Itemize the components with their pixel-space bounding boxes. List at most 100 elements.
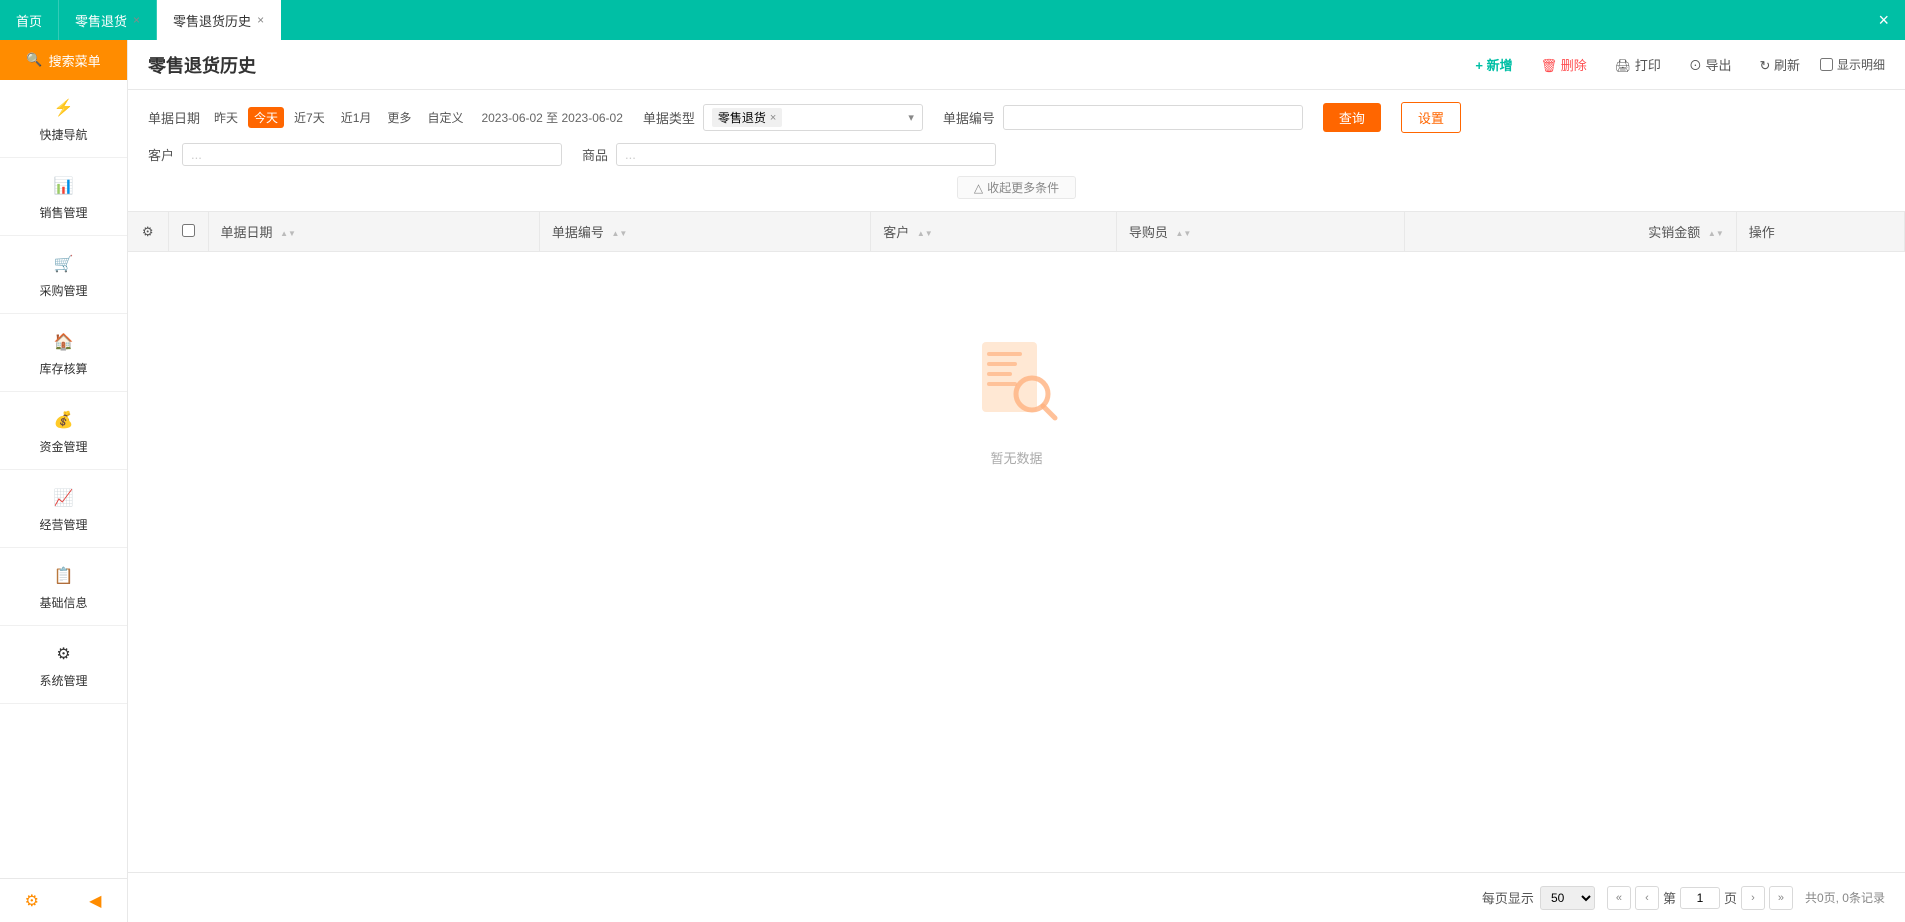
customer-input[interactable]: ... — [182, 143, 562, 166]
sidebar-item-label: 采购管理 — [39, 282, 87, 299]
sidebar-item-finance[interactable]: 💰 资金管理 — [0, 392, 127, 470]
sidebar-item-inventory[interactable]: 🏠 库存核算 — [0, 314, 127, 392]
header-actions: + 新增 🗑 删除 🖨 打印 ⊙ 导出 ↻ 刷新 显示明细 — [1467, 51, 1885, 78]
select-all-checkbox[interactable] — [182, 224, 195, 237]
first-page-button[interactable]: « — [1607, 886, 1631, 910]
th-actual-amount[interactable]: 实销金额 ▲▼ — [1405, 212, 1736, 252]
sidebar-item-business-mgmt[interactable]: 📈 经营管理 — [0, 470, 127, 548]
refresh-button[interactable]: ↻ 刷新 — [1751, 51, 1808, 78]
tab-home-label: 首页 — [16, 11, 42, 30]
chevron-up-icon: △ — [974, 181, 983, 195]
th-customer-label: 客户 — [883, 225, 909, 240]
chevron-down-icon: ▾ — [908, 111, 914, 124]
th-operation-label: 操作 — [1749, 225, 1775, 240]
filter-group-customer: 客户 ... — [148, 143, 562, 166]
date-opt-today[interactable]: 今天 — [248, 107, 284, 128]
doc-type-select[interactable]: 零售退货 × ▾ — [703, 104, 923, 131]
data-table: ⚙ 单据日期 ▲▼ 单据编号 ▲▼ — [128, 212, 1905, 252]
tab-retail-return-label: 零售退货 — [75, 11, 127, 30]
doc-number-label: 单据编号 — [943, 108, 995, 127]
date-filter-label: 单据日期 — [148, 108, 200, 127]
date-opt-1month[interactable]: 近1月 — [335, 107, 378, 128]
tab-retail-return[interactable]: 零售退货 × — [59, 0, 157, 40]
date-range-display: 2023-06-02 至 2023-06-02 — [481, 109, 622, 126]
collapse-button[interactable]: △ 收起更多条件 — [957, 176, 1076, 199]
export-button[interactable]: ⊙ 导出 — [1681, 51, 1740, 78]
doc-type-tag-remove[interactable]: × — [770, 112, 776, 124]
doc-type-label: 单据类型 — [643, 108, 695, 127]
chevron-left-icon: ◀ — [89, 891, 101, 911]
sidebar-item-label: 快捷导航 — [39, 126, 87, 143]
next-page-button[interactable]: › — [1741, 886, 1765, 910]
query-button[interactable]: 查询 — [1323, 103, 1381, 132]
page-size-group: 每页显示 20 50 100 200 — [1482, 886, 1595, 910]
goods-label: 商品 — [582, 145, 608, 164]
sidebar-item-purchase-mgmt[interactable]: 🛒 采购管理 — [0, 236, 127, 314]
sort-icon: ▲▼ — [612, 229, 628, 238]
date-opt-custom[interactable]: 自定义 — [421, 107, 469, 128]
tab-retail-return-history-close[interactable]: × — [257, 13, 264, 27]
sidebar-bottom: ⚙ ◀ — [0, 878, 127, 922]
sidebar-item-system-mgmt[interactable]: ⚙ 系统管理 — [0, 626, 127, 704]
sidebar: 🔍 搜索菜单 ⚡ 快捷导航 📊 销售管理 🛒 采购管理 🏠 库存核算 💰 — [0, 40, 128, 922]
sidebar-settings-button[interactable]: ⚙ — [0, 879, 64, 922]
sidebar-item-sales-mgmt[interactable]: 📊 销售管理 — [0, 158, 127, 236]
delete-button[interactable]: 🗑 删除 — [1533, 51, 1595, 78]
th-doc-date-label: 单据日期 — [221, 225, 273, 240]
tab-home[interactable]: 首页 — [0, 0, 59, 40]
th-checkbox[interactable] — [168, 212, 208, 252]
settings-button[interactable]: 设置 — [1401, 102, 1461, 133]
filter-row-1: 单据日期 昨天 今天 近7天 近1月 更多 自定义 2023-06-02 至 2… — [148, 102, 1885, 133]
total-info: 共0页, 0条记录 — [1805, 889, 1885, 906]
sidebar-collapse-button[interactable]: ◀ — [64, 879, 128, 922]
page-title: 零售退货历史 — [148, 52, 256, 78]
page-size-select[interactable]: 20 50 100 200 — [1540, 886, 1595, 910]
filter-group-doc-number: 单据编号 — [943, 105, 1303, 130]
page-size-label: 每页显示 — [1482, 888, 1534, 907]
filter-group-goods: 商品 ... — [582, 143, 996, 166]
th-settings[interactable]: ⚙ — [128, 212, 168, 252]
business-icon: 📈 — [50, 484, 78, 512]
app-close-button[interactable]: × — [1878, 10, 1889, 31]
sidebar-item-quick-nav[interactable]: ⚡ 快捷导航 — [0, 80, 127, 158]
sidebar-menu: ⚡ 快捷导航 📊 销售管理 🛒 采购管理 🏠 库存核算 💰 资金管理 📈 — [0, 80, 127, 878]
basic-info-icon: 📋 — [50, 562, 78, 590]
th-customer[interactable]: 客户 ▲▼ — [871, 212, 1117, 252]
settings-icon: ⚙ — [142, 224, 154, 239]
page-number-input[interactable] — [1680, 887, 1720, 909]
sort-icon: ▲▼ — [917, 229, 933, 238]
filter-group-date: 单据日期 昨天 今天 近7天 近1月 更多 自定义 2023-06-02 至 2… — [148, 107, 623, 128]
empty-state: 暂无数据 — [128, 252, 1905, 547]
prev-page-button[interactable]: ‹ — [1635, 886, 1659, 910]
last-page-button[interactable]: » — [1769, 886, 1793, 910]
print-button[interactable]: 🖨 打印 — [1607, 51, 1669, 78]
customer-label: 客户 — [148, 145, 174, 164]
display-detail-label: 显示明细 — [1837, 56, 1885, 73]
th-doc-number[interactable]: 单据编号 ▲▼ — [539, 212, 870, 252]
th-doc-date[interactable]: 单据日期 ▲▼ — [208, 212, 539, 252]
collapse-label: 收起更多条件 — [987, 179, 1059, 196]
th-operation: 操作 — [1736, 212, 1904, 252]
date-opt-yesterday[interactable]: 昨天 — [208, 107, 244, 128]
goods-input[interactable]: ... — [616, 143, 996, 166]
sidebar-search[interactable]: 🔍 搜索菜单 — [0, 40, 127, 80]
sort-icon: ▲▼ — [1176, 229, 1192, 238]
sidebar-item-basic-info[interactable]: 📋 基础信息 — [0, 548, 127, 626]
tab-retail-return-history[interactable]: 零售退货历史 × — [157, 0, 281, 40]
main-layout: 🔍 搜索菜单 ⚡ 快捷导航 📊 销售管理 🛒 采购管理 🏠 库存核算 💰 — [0, 40, 1905, 922]
new-button[interactable]: + 新增 — [1467, 51, 1520, 78]
date-opt-7days[interactable]: 近7天 — [288, 107, 331, 128]
tab-retail-return-close[interactable]: × — [133, 13, 140, 27]
doc-number-input[interactable] — [1003, 105, 1303, 130]
th-guide[interactable]: 导购员 ▲▼ — [1116, 212, 1405, 252]
date-opt-more[interactable]: 更多 — [381, 107, 417, 128]
display-detail-checkbox[interactable] — [1820, 58, 1833, 71]
top-bar-right: × — [1878, 10, 1905, 31]
tab-retail-return-history-label: 零售退货历史 — [173, 11, 251, 30]
page-nav: « ‹ 第 页 › » — [1607, 886, 1793, 910]
page-suffix-label: 页 — [1724, 888, 1737, 907]
table-area: ⚙ 单据日期 ▲▼ 单据编号 ▲▼ — [128, 212, 1905, 872]
sidebar-item-label: 销售管理 — [39, 204, 87, 221]
sidebar-item-label: 系统管理 — [39, 672, 87, 689]
quick-nav-icon: ⚡ — [50, 94, 78, 122]
